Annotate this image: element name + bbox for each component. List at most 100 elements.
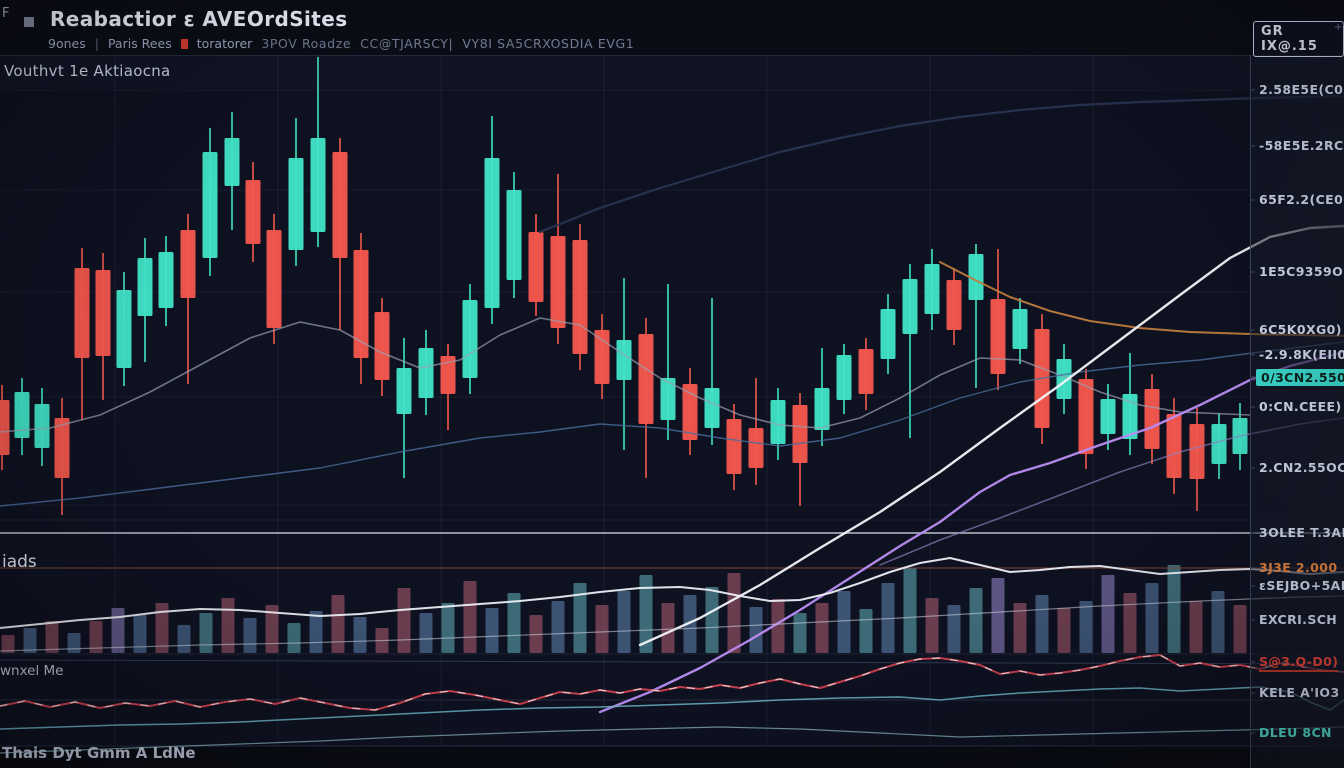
toolbar-item-timeframe[interactable]: 9ones xyxy=(48,36,86,51)
volume-bar xyxy=(485,608,499,653)
price-axis-label-text: 65F2.2(CE0) xyxy=(1259,192,1344,207)
volume-bar xyxy=(991,578,1005,653)
volume-bar xyxy=(859,609,873,653)
price-axis-label: 3J3E 2.000 xyxy=(1259,560,1337,575)
price-axis[interactable]: 2.58E5E(C0) -58E5E.2RC0 65F2.2(CE0) 1E5C935… xyxy=(1250,55,1344,768)
candle-body xyxy=(266,230,282,328)
candle-body xyxy=(158,252,174,308)
candle-body xyxy=(572,240,588,354)
price-axis-label: 65F2.2(CE0) xyxy=(1259,192,1344,207)
price-axis-label-text: 3OLEE T.3AN xyxy=(1259,525,1344,540)
price-axis-label-text: KELE A'IO3 xyxy=(1259,685,1340,700)
price-axis-label-text: εSEJBO+5AR xyxy=(1259,578,1344,593)
price-axis-label: 0:CN.CEEE) xyxy=(1259,399,1342,414)
candle-body xyxy=(1100,399,1116,434)
candle-body xyxy=(1144,389,1160,449)
volume-bar xyxy=(1145,583,1159,653)
toolbar: F Reabactior ε AVEOrdSites 9ones | Paris… xyxy=(0,0,1344,56)
candle-body xyxy=(880,309,896,359)
candle-body xyxy=(792,405,808,463)
badge-suffix-marks: +' xyxy=(1334,22,1344,33)
volume-bar xyxy=(331,595,345,653)
candle-body xyxy=(924,264,940,314)
candle-body xyxy=(770,400,786,444)
volume-bar xyxy=(1233,605,1247,653)
volume-bar xyxy=(111,608,125,653)
price-axis-label: KELE A'IO3 xyxy=(1259,685,1340,700)
chart-canvas[interactable] xyxy=(0,0,1344,768)
candle-body xyxy=(1189,424,1205,479)
bottom-status-label: Thais Dyt Gmm A LdNe xyxy=(2,744,196,762)
toolbar-item-ohlc-3: VY8I SA5CRXOSDIA EVG1 xyxy=(462,36,635,51)
volume-bar xyxy=(1035,595,1049,653)
volume-pane-legend[interactable]: iads xyxy=(2,552,37,572)
price-axis-label: S@3.Q-D0) xyxy=(1259,654,1339,672)
volume-bar xyxy=(353,617,367,653)
candle-body xyxy=(245,180,261,244)
candle-body xyxy=(506,190,522,280)
volume-bar xyxy=(595,605,609,653)
volume-bar xyxy=(1079,601,1093,653)
volume-bar xyxy=(727,573,741,653)
candle-body xyxy=(946,280,962,330)
volume-bar xyxy=(177,625,191,653)
volume-bar xyxy=(551,601,565,653)
candle-body xyxy=(550,236,566,328)
candle-body xyxy=(310,138,326,232)
volume-bar xyxy=(67,633,81,653)
volume-bar xyxy=(199,613,213,653)
volume-bar xyxy=(1167,565,1181,653)
volume-bar xyxy=(23,628,37,653)
candle-body xyxy=(528,232,544,302)
osc-line-teal xyxy=(0,686,1344,730)
candle-body xyxy=(836,355,852,400)
price-axis-label-text: 3J3E 2.000 xyxy=(1259,560,1338,575)
price-axis-label: εSEJBO+5AR▲ xyxy=(1259,578,1344,593)
price-axis-label: -2.9.8K(EII0) xyxy=(1259,347,1344,362)
volume-bar xyxy=(441,603,455,653)
candle-body xyxy=(814,388,830,430)
oscillator-pane-legend[interactable]: wnxel Me xyxy=(0,663,63,679)
interval-badge-button[interactable]: GR IX@.15 xyxy=(1253,21,1344,57)
toolbar-item-indicator[interactable]: toratorer xyxy=(197,36,253,51)
candle-body xyxy=(616,340,632,380)
candle-body xyxy=(902,279,918,334)
price-axis-label-text: 2.58E5E(C0) xyxy=(1259,82,1344,97)
toolbar-item-exchange[interactable]: Paris Rees xyxy=(108,36,172,51)
candle-body xyxy=(116,290,132,368)
candle-body xyxy=(858,349,874,394)
price-axis-label-text: 2.CN2.55OC0 xyxy=(1259,460,1344,475)
ma-blue xyxy=(0,341,1344,507)
price-axis-label-text: S@3.Q-D0) xyxy=(1259,654,1339,669)
volume-bar xyxy=(705,587,719,653)
price-axis-label: 6C5K0XG0) xyxy=(1259,322,1342,337)
toolbar-item-ohlc-2: CC@TJARSCY| xyxy=(360,36,454,51)
volume-bar xyxy=(463,581,477,653)
trading-app-window: F Reabactior ε AVEOrdSites 9ones | Paris… xyxy=(0,0,1344,768)
candle-body xyxy=(594,330,610,384)
candle-body xyxy=(202,152,218,258)
main-pane-legend[interactable]: Vouthvt 1e Aktiaocna xyxy=(4,62,171,80)
volume-bar xyxy=(45,621,59,653)
candle-body xyxy=(748,428,764,468)
volume-bar xyxy=(793,613,807,653)
volume-bar xyxy=(903,568,917,653)
symbol-title[interactable]: Reabactior ε AVEOrdSites xyxy=(50,7,348,31)
toolbar-item-ohlc-1: 3POV Roadze xyxy=(261,36,352,51)
ma-dark-navy xyxy=(538,94,1344,234)
separator: | xyxy=(94,36,99,51)
candle-body xyxy=(1078,379,1094,454)
record-indicator-icon xyxy=(180,38,188,49)
candle-body xyxy=(484,158,500,308)
price-axis-label-text: 0/3CN2.5500 xyxy=(1261,370,1344,385)
volume-bar xyxy=(749,607,763,653)
price-axis-label: 2.CN2.55OC0 xyxy=(1259,460,1344,475)
candle-body xyxy=(704,388,720,428)
osc-ref-upper xyxy=(0,659,1344,665)
volume-bar xyxy=(947,605,961,653)
candle-body xyxy=(1166,414,1182,478)
price-axis-label: 1E5C9359O xyxy=(1259,264,1343,279)
volume-bar xyxy=(1189,601,1203,653)
candle-body xyxy=(374,312,390,380)
price-axis-label: 2.58E5E(C0) xyxy=(1259,82,1344,97)
